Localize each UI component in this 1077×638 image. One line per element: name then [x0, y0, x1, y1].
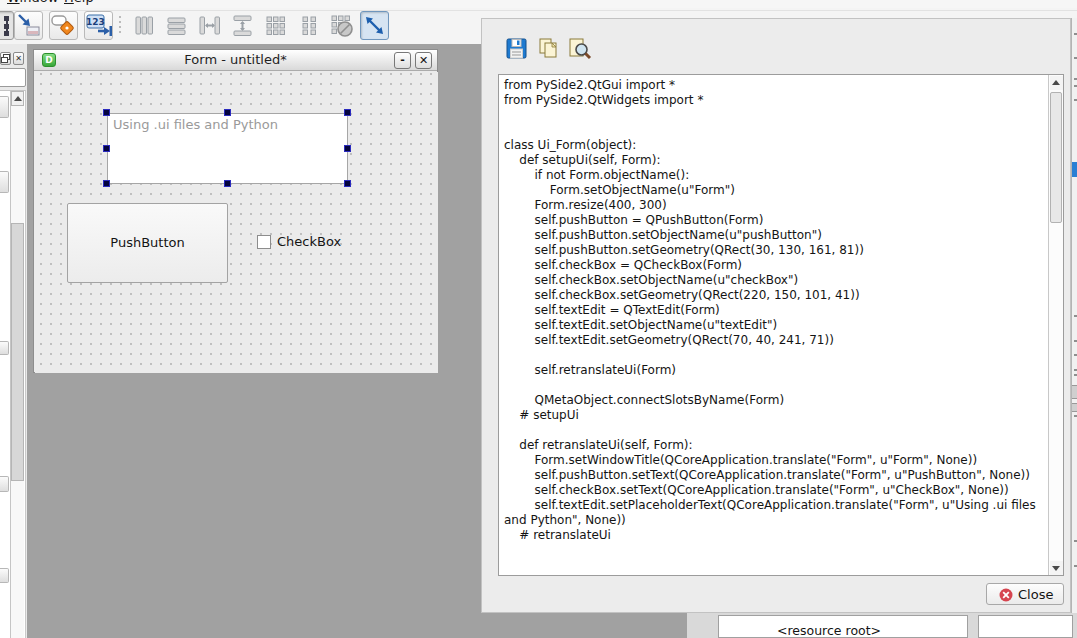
category-item[interactable] [0, 96, 9, 118]
left-scrollbar[interactable] [10, 91, 24, 638]
selection-handle[interactable] [103, 180, 110, 187]
form-minimize-button[interactable]: - [394, 52, 411, 69]
toolbar-separator [119, 16, 122, 36]
pushbutton-widget[interactable]: PushButton [67, 203, 228, 283]
copy-icon[interactable] [537, 38, 560, 59]
form-canvas[interactable]: Using .ui files and Python PushButton Ch… [35, 72, 438, 373]
edit-signals-slots-button[interactable] [14, 11, 43, 40]
toolbar-separator-line [0, 10, 1077, 11]
panel-restore-button[interactable] [0, 52, 11, 65]
selection-handle[interactable] [103, 109, 110, 116]
menu-window[interactable]: Window [7, 0, 58, 5]
resource-root-item[interactable]: <resource root> [777, 623, 881, 638]
save-icon[interactable] [506, 38, 528, 60]
break-layout-icon[interactable] [329, 13, 355, 39]
resource-list[interactable] [978, 615, 1073, 638]
selection-handle[interactable] [224, 109, 231, 116]
edit-tab-order-button[interactable]: 123 [84, 11, 113, 40]
filter-input[interactable] [0, 68, 26, 87]
form-close-button[interactable]: ✕ [415, 52, 432, 69]
restore-icon [1, 54, 10, 63]
resource-editor-window: <resource root> [687, 613, 1077, 638]
code-scroll-up-button[interactable] [1050, 76, 1063, 90]
selection-handle[interactable] [224, 180, 231, 187]
sliver-widget [1072, 403, 1077, 412]
code-preview-dialog: from PySide2.QtGui import * from PySide2… [481, 18, 1071, 613]
adjust-size-icon [361, 12, 388, 39]
textedit-widget[interactable]: Using .ui files and Python [107, 113, 348, 184]
panel-close-button[interactable]: ✕ [13, 52, 24, 65]
up-arrow-icon [1052, 80, 1060, 85]
lay-out-in-grid-icon[interactable] [263, 13, 289, 39]
form-window-titlebar[interactable]: D Form - untitled* - ✕ [34, 50, 437, 71]
scroll-up-button[interactable] [11, 91, 24, 106]
selection-handle[interactable] [344, 180, 351, 187]
edit-widgets-icon [0, 12, 13, 39]
down-arrow-icon [1052, 566, 1060, 571]
close-button-icon [999, 588, 1014, 603]
edit-widgets-button[interactable] [0, 11, 14, 40]
property-panel-sliver [1071, 18, 1077, 613]
pushbutton-label: PushButton [68, 235, 227, 250]
widget-box-panel: ✕ [0, 44, 27, 638]
selection-handle[interactable] [344, 109, 351, 116]
close-icon: ✕ [15, 54, 22, 63]
category-item[interactable] [0, 341, 9, 355]
code-view[interactable]: from PySide2.QtGui import * from PySide2… [498, 74, 1064, 576]
edit-tab-order-icon: 123 [85, 12, 112, 39]
widget-box-tree [0, 90, 26, 638]
lay-out-in-form-layout-icon[interactable] [297, 13, 323, 39]
edit-buddies-icon [50, 12, 77, 39]
sliver-widget [1072, 385, 1077, 399]
textedit-placeholder: Using .ui files and Python [113, 117, 278, 132]
sliver-selected-row [1072, 162, 1077, 177]
edit-signals-slots-icon [15, 12, 42, 39]
lay-out-vertically-icon[interactable] [164, 13, 190, 39]
selection-handle[interactable] [103, 145, 110, 152]
selection-handle[interactable] [344, 145, 351, 152]
generated-code-text: from PySide2.QtGui import * from PySide2… [504, 78, 1046, 543]
checkbox-widget[interactable] [257, 235, 271, 249]
lay-out-horizontally-in-splitter-icon[interactable] [197, 13, 223, 39]
up-arrow-icon [14, 96, 22, 101]
edit-buddies-button[interactable] [49, 11, 78, 40]
lay-out-horizontally-icon[interactable] [131, 13, 157, 39]
menu-help[interactable]: Help [64, 0, 94, 5]
code-scroll-down-button[interactable] [1050, 561, 1063, 575]
resource-tree[interactable]: <resource root> [718, 615, 968, 638]
code-scrollbar[interactable] [1048, 75, 1063, 575]
category-item[interactable] [0, 568, 9, 583]
svg-text:123: 123 [86, 17, 105, 27]
left-scrollbar-handle[interactable] [11, 223, 24, 481]
category-item[interactable] [0, 476, 9, 492]
checkbox-label: CheckBox [277, 234, 341, 249]
code-scrollbar-handle[interactable] [1050, 92, 1062, 223]
lay-out-vertically-in-splitter-icon[interactable] [230, 13, 256, 39]
adjust-size-button[interactable] [360, 11, 389, 40]
close-button-label: Close [1018, 587, 1053, 602]
form-window-title: Form - untitled* [34, 52, 437, 67]
menu-bar: Window Help [0, 0, 1077, 8]
close-button[interactable]: Close [986, 583, 1064, 605]
find-icon[interactable] [568, 38, 592, 60]
category-item[interactable] [0, 171, 9, 193]
form-designer-window: D Form - untitled* - ✕ Using .ui files a… [33, 49, 438, 373]
